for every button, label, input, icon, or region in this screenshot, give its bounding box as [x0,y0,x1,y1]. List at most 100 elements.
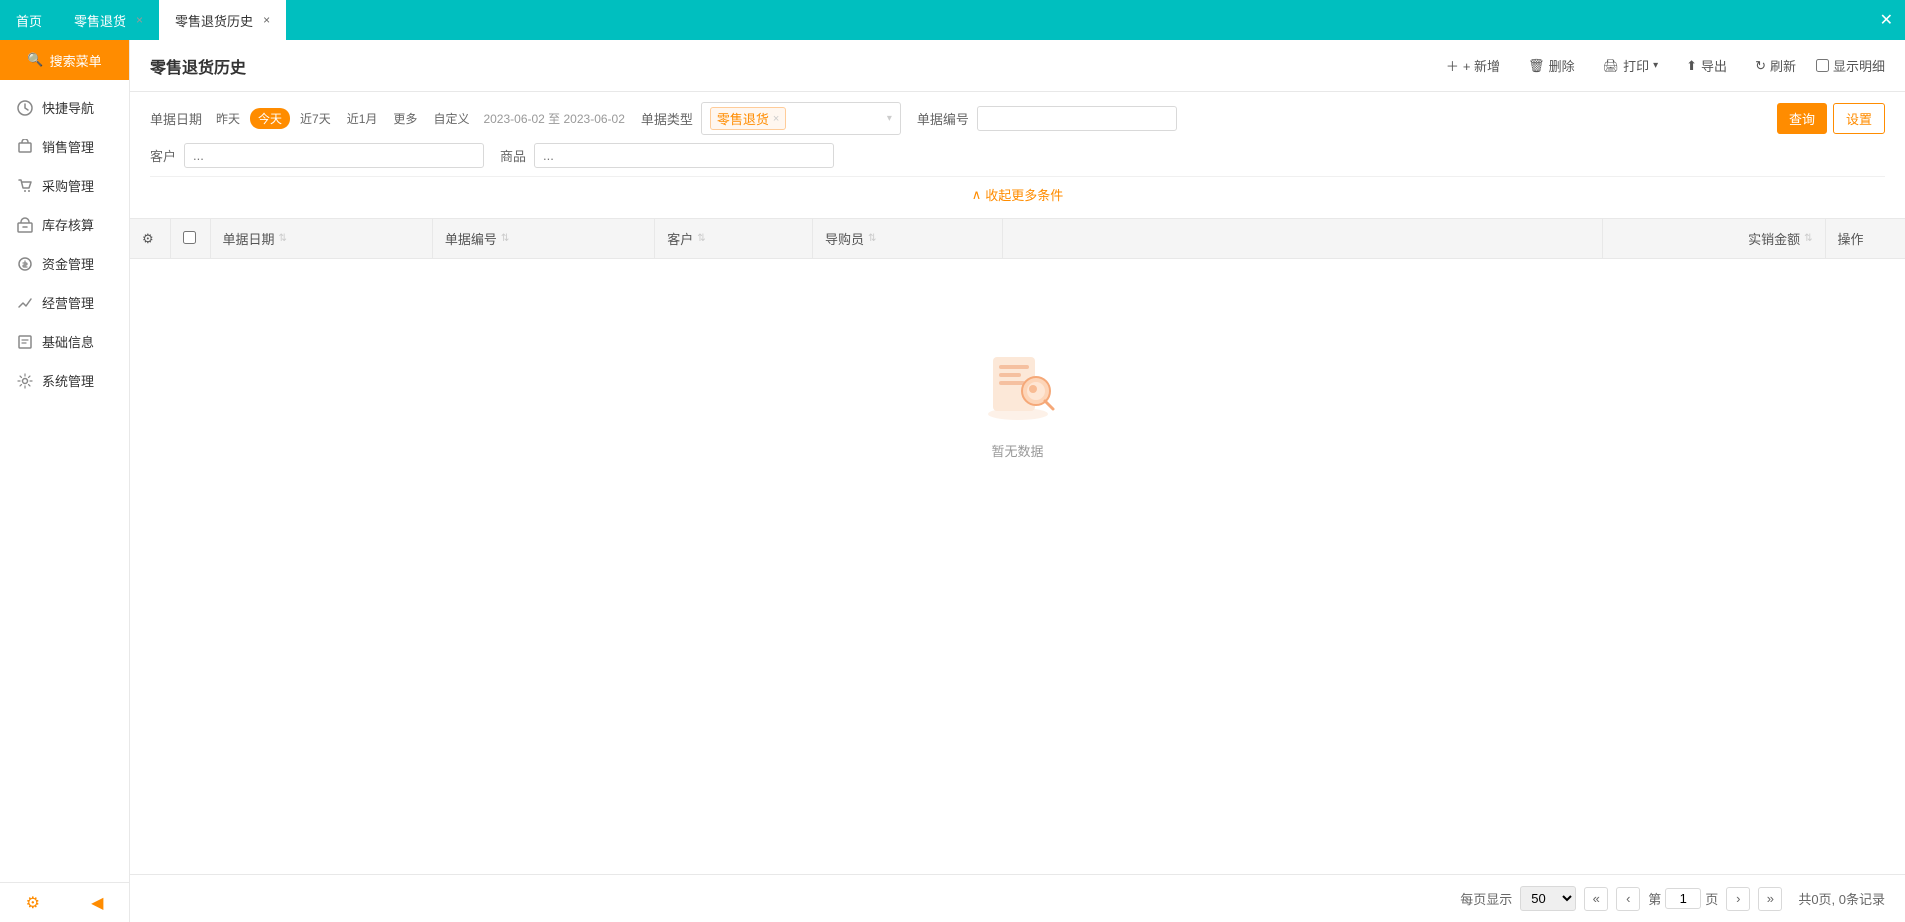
sidebar-item-system-mgmt-label: 系统管理 [42,371,94,390]
page-next-btn[interactable]: › [1726,887,1750,911]
sidebar-item-system-mgmt[interactable]: 系统管理 [0,361,129,400]
sidebar-item-finance-label: 资金管理 [42,254,94,273]
data-table: ⚙ 单据日期 ⇅ 单据编号 [130,219,1905,259]
sidebar-item-inventory[interactable]: 库存核算 [0,205,129,244]
th-doc-date: 单据日期 ⇅ [210,219,432,259]
tab-retail-return-label: 零售退货 [74,11,126,30]
tab-home-label: 首页 [16,11,42,30]
empty-state: 暂无数据 [130,259,1905,540]
type-filter-select[interactable]: 零售退货 × ▾ [701,102,901,135]
collapse-btn[interactable]: ∧ 收起更多条件 [960,181,1076,208]
export-btn[interactable]: ⬆ 导出 [1678,52,1735,79]
date-btn-custom[interactable]: 自定义 [427,108,475,129]
filter-row-1: 单据日期 昨天 今天 近7天 近1月 更多 自定义 2023-06-02 至 2… [150,102,1885,135]
docno-filter-input[interactable] [977,106,1177,131]
th-actions: 操作 [1825,219,1905,259]
sidebar-item-quick-nav-label: 快捷导航 [42,98,94,117]
date-btn-last7[interactable]: 近7天 [294,108,337,129]
table-wrapper: ⚙ 单据日期 ⇅ 单据编号 [130,219,1905,874]
topbar-close-btn[interactable]: ✕ [1880,10,1893,30]
sales-icon [16,138,34,156]
sidebar-nav: 快捷导航 销售管理 采购管理 库存核算 [0,80,129,882]
collapse-row: ∧ 收起更多条件 [150,176,1885,208]
sort-amount-icon: ⇅ [1804,233,1812,244]
tab-retail-return[interactable]: 零售退货 × [58,0,159,40]
sidebar-collapse-btn[interactable]: ◀ [91,893,103,913]
page-size-select[interactable]: 50 20 100 200 [1520,886,1576,911]
docno-filter-label: 单据编号 [917,109,969,128]
sort-guide[interactable]: 导购员 ⇅ [825,229,990,248]
page-input[interactable] [1665,888,1701,909]
sidebar: 🔍 搜索菜单 快捷导航 销售管理 采购管理 [0,40,130,922]
date-btn-today[interactable]: 今天 [250,108,290,129]
tab-retail-return-history-label: 零售退货历史 [175,11,253,30]
sidebar-item-sales-mgmt-label: 销售管理 [42,137,94,156]
customer-filter-label: 客户 [150,146,176,165]
sidebar-item-quick-nav[interactable]: 快捷导航 [0,88,129,127]
th-amount: 实销金额 ⇅ [1603,219,1825,259]
sidebar-search[interactable]: 🔍 搜索菜单 [0,40,129,80]
date-btn-last-month[interactable]: 近1月 [341,108,384,129]
main-layout: 🔍 搜索菜单 快捷导航 销售管理 采购管理 [0,40,1905,922]
date-btn-yesterday[interactable]: 昨天 [210,108,246,129]
sidebar-item-inventory-label: 库存核算 [42,215,94,234]
print-label: 打印 [1623,56,1649,75]
goods-filter-label: 商品 [500,146,526,165]
tab-retail-return-history-close[interactable]: × [263,13,270,27]
sidebar-item-basic-info[interactable]: 基础信息 [0,322,129,361]
th-settings: ⚙ [130,219,170,259]
sidebar-item-purchase-mgmt[interactable]: 采购管理 [0,166,129,205]
sort-doc-date[interactable]: 单据日期 ⇅ [223,229,420,248]
sidebar-item-finance[interactable]: 资金管理 [0,244,129,283]
th-checkbox [170,219,210,259]
sidebar-settings-btn[interactable]: ⚙ [26,893,40,913]
show-detail-label: 显示明细 [1833,56,1885,75]
sort-doc-no[interactable]: 单据编号 ⇅ [445,229,642,248]
empty-text: 暂无数据 [991,441,1043,460]
customer-filter-input[interactable] [184,143,484,168]
tab-retail-return-close[interactable]: × [136,13,143,27]
settings-btn[interactable]: 设置 [1833,103,1885,134]
type-tag-close[interactable]: × [773,113,779,125]
finance-icon [16,255,34,273]
th-doc-no-label: 单据编号 [445,229,497,248]
collapse-label: 收起更多条件 [985,185,1063,204]
show-detail-checkbox[interactable] [1816,59,1829,72]
page-info: 第 页 [1648,888,1718,909]
quick-nav-icon [16,99,34,117]
query-btn[interactable]: 查询 [1777,103,1827,134]
page-last-btn[interactable]: » [1758,887,1782,911]
sidebar-item-sales-mgmt[interactable]: 销售管理 [0,127,129,166]
tab-home[interactable]: 首页 [0,0,58,40]
goods-filter-input[interactable] [534,143,834,168]
page-header: 零售退货历史 ＋ + 新增 🗑 删除 🖨 打印 ▾ [130,40,1905,92]
date-filter-label: 单据日期 [150,109,202,128]
sidebar-item-operations[interactable]: 经营管理 [0,283,129,322]
search-icon: 🔍 [27,52,43,68]
filter-docno-group: 单据编号 [917,106,1177,131]
topbar-right: ✕ [1880,10,1905,30]
th-amount-label: 实销金额 [1748,229,1800,248]
tab-retail-return-history[interactable]: 零售退货历史 × [159,0,286,40]
sort-amount[interactable]: 实销金额 ⇅ [1615,229,1812,248]
sidebar-item-operations-label: 经营管理 [42,293,94,312]
show-detail-check[interactable]: 显示明细 [1816,56,1885,75]
page-label: 页 [1705,889,1718,908]
print-btn[interactable]: 🖨 打印 ▾ [1595,52,1667,79]
column-settings-icon[interactable]: ⚙ [142,231,154,246]
select-all-checkbox[interactable] [183,231,196,244]
tabs-container: 首页 零售退货 × 零售退货历史 × [0,0,1880,40]
sort-customer-icon: ⇅ [697,233,705,244]
sort-customer[interactable]: 客户 ⇅ [667,229,800,248]
date-btn-more[interactable]: 更多 [387,108,423,129]
new-btn[interactable]: ＋ + 新增 [1438,52,1508,79]
query-label: 查询 [1789,109,1815,128]
delete-btn[interactable]: 🗑 删除 [1520,52,1583,79]
page-first-btn[interactable]: « [1584,887,1608,911]
page-title-row: 零售退货历史 ＋ + 新增 🗑 删除 🖨 打印 ▾ [150,52,1885,79]
sidebar-search-label: 搜索菜单 [50,51,102,70]
new-label: + 新增 [1463,56,1500,75]
page-prev-btn[interactable]: ‹ [1616,887,1640,911]
refresh-btn[interactable]: ↻ 刷新 [1747,52,1804,79]
th-doc-date-label: 单据日期 [223,229,275,248]
